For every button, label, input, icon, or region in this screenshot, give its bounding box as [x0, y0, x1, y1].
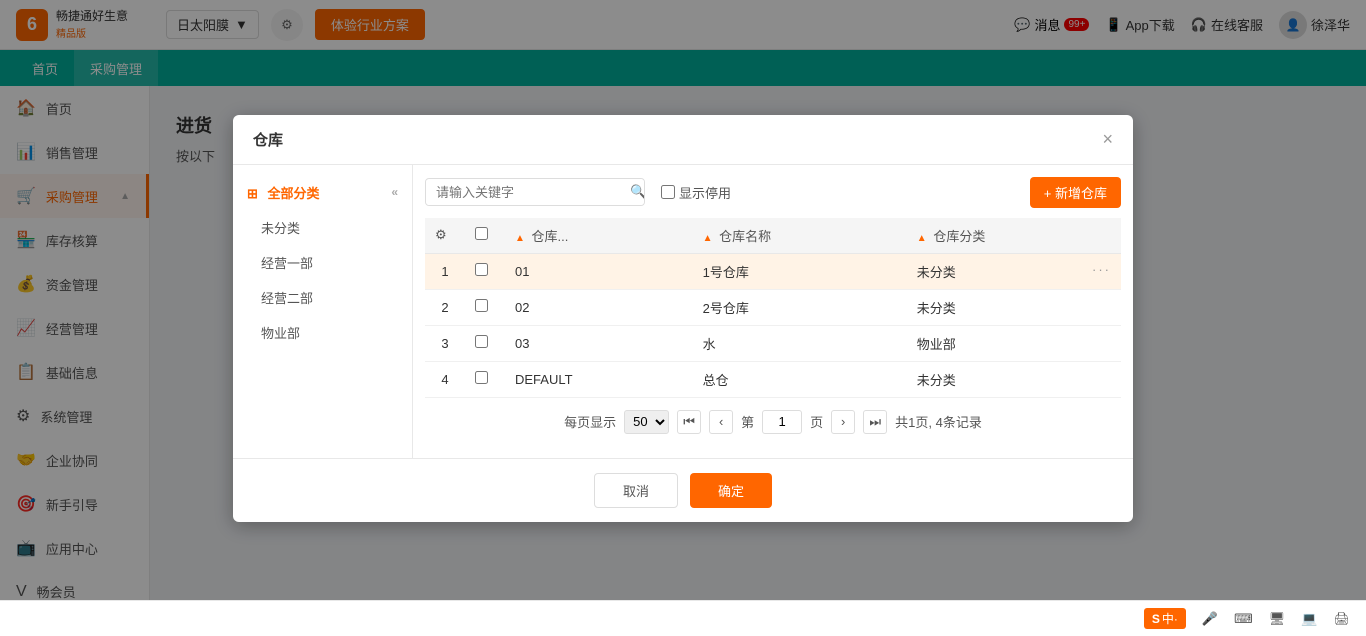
keyboard-icon[interactable]: ⌨	[1234, 611, 1253, 627]
table-row[interactable]: 4 DEFAULT 总仓 未分类	[425, 361, 1121, 397]
row-num-3: 3	[425, 325, 465, 361]
row-code-1: 01	[505, 253, 693, 289]
page-input[interactable]	[762, 410, 802, 434]
row-cat-1: 未分类 ···	[907, 253, 1121, 289]
row-num-4: 4	[425, 361, 465, 397]
table-head: ⚙ ▲ 仓库... ▲	[425, 218, 1121, 254]
row-name-3: 水	[693, 325, 907, 361]
col-name-header: ▲ 仓库名称	[693, 218, 907, 254]
select-all-checkbox[interactable]	[475, 227, 488, 240]
row-check-2[interactable]	[465, 289, 505, 325]
all-category-header[interactable]: ⊞ 全部分类 «	[233, 175, 412, 210]
search-button[interactable]: 🔍	[622, 179, 645, 205]
mic-icon[interactable]: 🎤	[1202, 611, 1218, 627]
page-label: 第	[741, 412, 754, 431]
table-row[interactable]: 3 03 水 物业部	[425, 325, 1121, 361]
row-check-3[interactable]	[465, 325, 505, 361]
laptop-icon[interactable]: 💻	[1301, 611, 1317, 627]
search-box: 🔍	[425, 178, 645, 206]
taskbar: S 中· 🎤 ⌨ 🖥 💻 🖨	[0, 600, 1366, 636]
last-page-button[interactable]: ⏭	[863, 410, 887, 434]
table-toolbar: 🔍 显示停用 + 新增仓库	[425, 177, 1121, 208]
table-panel: 🔍 显示停用 + 新增仓库	[413, 165, 1133, 458]
grid-icon: ⊞	[247, 186, 258, 201]
cancel-button[interactable]: 取消	[594, 473, 678, 508]
row-code-4: DEFAULT	[505, 361, 693, 397]
table-body: 1 01 1号仓库 未分类 ··· 2	[425, 253, 1121, 397]
row-name-2: 2号仓库	[693, 289, 907, 325]
category-item-ops2[interactable]: 经营二部	[233, 280, 412, 315]
sort-icon: ▲	[515, 233, 525, 244]
warehouse-table: ⚙ ▲ 仓库... ▲	[425, 218, 1121, 398]
total-records: 共1页, 4条记录	[895, 412, 982, 431]
category-panel: ⊞ 全部分类 « 未分类 经营一部 经营二部 物业部	[233, 165, 413, 458]
table-row[interactable]: 2 02 2号仓库 未分类	[425, 289, 1121, 325]
page-suffix: 页	[810, 412, 823, 431]
category-item-ops1[interactable]: 经营一部	[233, 245, 412, 280]
s-logo: S	[1152, 612, 1160, 626]
taskbar-lang-btn[interactable]: S 中·	[1144, 608, 1186, 629]
category-item-uncategorized[interactable]: 未分类	[233, 210, 412, 245]
toolbar-left: 🔍 显示停用	[425, 178, 731, 206]
prev-page-button[interactable]: ‹	[709, 410, 733, 434]
col-settings: ⚙	[425, 218, 465, 254]
sort-icon-name: ▲	[703, 233, 713, 244]
row-check-4[interactable]	[465, 361, 505, 397]
search-input[interactable]	[426, 180, 622, 205]
row-cat-4: 未分类	[907, 361, 1121, 397]
row-num-1: 1	[425, 253, 465, 289]
col-checkbox	[465, 218, 505, 254]
add-warehouse-button[interactable]: + 新增仓库	[1030, 177, 1121, 208]
show-disabled-checkbox[interactable]	[661, 185, 675, 199]
lang-label: 中·	[1162, 610, 1178, 627]
modal-body: ⊞ 全部分类 « 未分类 经营一部 经营二部 物业部	[233, 165, 1133, 458]
per-page-label: 每页显示	[564, 412, 616, 431]
modal-header: 仓库 ×	[233, 115, 1133, 165]
row-check-1[interactable]	[465, 253, 505, 289]
pagination: 每页显示 50 ⏮ ‹ 第 页 › ⏭ 共1页, 4条记录	[425, 398, 1121, 446]
modal-title: 仓库	[253, 129, 283, 150]
category-item-property[interactable]: 物业部	[233, 315, 412, 350]
collapse-button[interactable]: «	[391, 185, 398, 199]
col-code-header: ▲ 仓库...	[505, 218, 693, 254]
table-header-row: ⚙ ▲ 仓库... ▲	[425, 218, 1121, 254]
modal-close-button[interactable]: ×	[1102, 129, 1113, 150]
row-cat-2: 未分类	[907, 289, 1121, 325]
modal-footer: 取消 确定	[233, 458, 1133, 522]
table-row[interactable]: 1 01 1号仓库 未分类 ···	[425, 253, 1121, 289]
modal-overlay: 仓库 × ⊞ 全部分类 « 未分类 经营一部	[0, 0, 1366, 636]
row-code-3: 03	[505, 325, 693, 361]
first-page-button[interactable]: ⏮	[677, 410, 701, 434]
row-num-2: 2	[425, 289, 465, 325]
sort-icon-cat: ▲	[917, 233, 927, 244]
row-name-1: 1号仓库	[693, 253, 907, 289]
monitor-icon[interactable]: 🖥	[1269, 611, 1286, 627]
row-cat-3: 物业部	[907, 325, 1121, 361]
warehouse-modal: 仓库 × ⊞ 全部分类 « 未分类 经营一部	[233, 115, 1133, 522]
confirm-button[interactable]: 确定	[690, 473, 772, 508]
per-page-select[interactable]: 50	[624, 410, 669, 434]
show-disabled-text: 显示停用	[679, 183, 731, 202]
show-disabled-label[interactable]: 显示停用	[661, 183, 731, 202]
row-actions-1[interactable]: ···	[1092, 262, 1111, 277]
settings-icon: ⚙	[435, 227, 447, 242]
row-name-4: 总仓	[693, 361, 907, 397]
taskbar-items: S 中· 🎤 ⌨ 🖥 💻 🖨	[1144, 608, 1350, 629]
table-wrapper: ⚙ ▲ 仓库... ▲	[425, 218, 1121, 398]
printer-icon[interactable]: 🖨	[1333, 611, 1350, 627]
col-category-header: ▲ 仓库分类	[907, 218, 1121, 254]
all-category-label: 全部分类	[268, 186, 320, 201]
row-code-2: 02	[505, 289, 693, 325]
next-page-button[interactable]: ›	[831, 410, 855, 434]
